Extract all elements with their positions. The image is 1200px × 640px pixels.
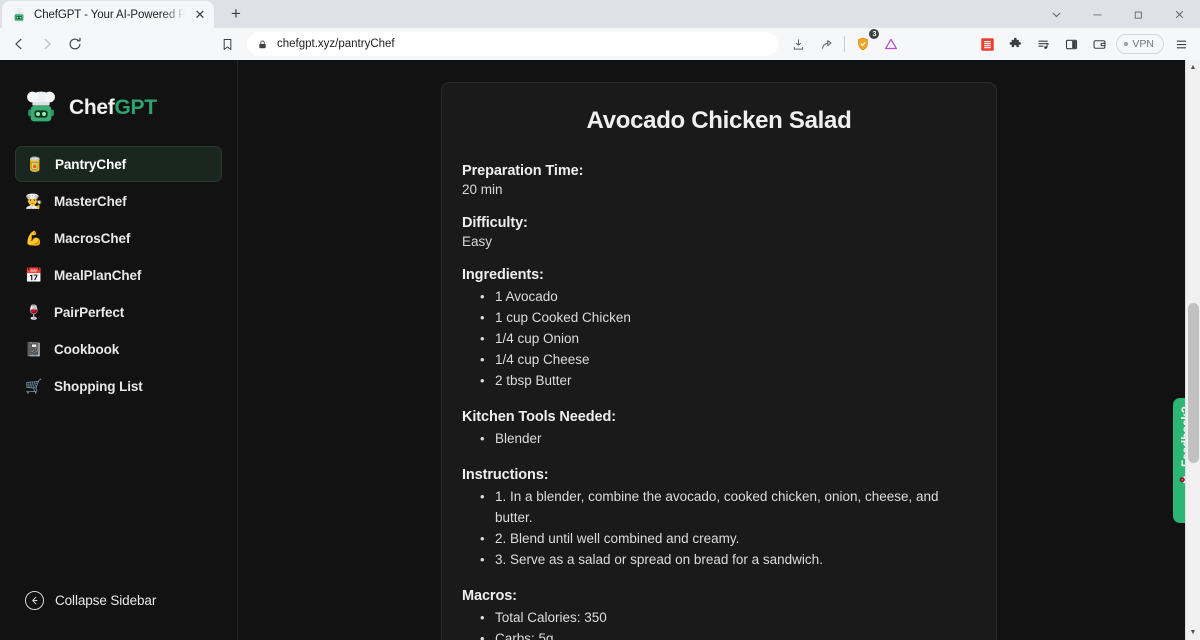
sidebar-item-pairperfect[interactable]: 🍷 PairPerfect	[15, 294, 222, 330]
sidebar-item-masterchef[interactable]: 👨‍🍳 MasterChef	[15, 183, 222, 219]
list-item: 1/4 cup Onion	[462, 328, 976, 349]
macros-list: Total Calories: 350 Carbs: 5g	[462, 607, 976, 640]
sidebar-item-label: Shopping List	[54, 378, 143, 394]
hamburger-menu-icon[interactable]	[1168, 31, 1194, 57]
chef-person-icon: 👨‍🍳	[25, 193, 43, 209]
sidebar-item-label: MacrosChef	[54, 230, 131, 246]
split-panel-icon[interactable]	[1058, 31, 1084, 57]
reload-icon[interactable]	[62, 31, 88, 57]
maximize-button[interactable]	[1118, 0, 1159, 28]
sidebar-item-pantrychef[interactable]: 🥫 PantryChef	[15, 146, 222, 182]
list-item: Blender	[462, 428, 976, 449]
instructions-heading: Instructions:	[462, 467, 549, 483]
window-controls	[1036, 0, 1200, 28]
tab-strip: ChefGPT - Your AI-Powered Perso ✕ +	[0, 0, 1200, 28]
wine-glass-icon: 🍷	[25, 304, 43, 320]
tools-list: Blender	[462, 428, 976, 449]
ingredients-list: 1 Avocado 1 cup Cooked Chicken 1/4 cup O…	[462, 286, 976, 391]
main-content: Avocado Chicken Salad Preparation Time: …	[238, 60, 1200, 640]
scroll-down-arrow-icon[interactable]: ▼	[1186, 625, 1200, 640]
minimize-button[interactable]	[1077, 0, 1118, 28]
sidebar-item-shopping-list[interactable]: 🛒 Shopping List	[15, 368, 222, 404]
sidebar-item-label: MealPlanChef	[54, 267, 142, 283]
brand-gpt-text: GPT	[114, 96, 157, 119]
list-item: 1/4 cup Cheese	[462, 349, 976, 370]
playlist-icon[interactable]	[1030, 31, 1056, 57]
list-item: 1 cup Cooked Chicken	[462, 307, 976, 328]
page-scrollbar[interactable]: ▲ ▼	[1185, 60, 1200, 640]
scroll-up-arrow-icon[interactable]: ▲	[1186, 60, 1200, 75]
tools-heading: Kitchen Tools Needed:	[462, 409, 616, 425]
page-viewport: ChefGPT 🥫 PantryChef 👨‍🍳 MasterChef 💪 Ma…	[0, 60, 1200, 640]
sidebar-item-macroschef[interactable]: 💪 MacrosChef	[15, 220, 222, 256]
prep-time-heading: Preparation Time:	[462, 163, 584, 179]
scrollbar-thumb[interactable]	[1187, 303, 1199, 463]
notebook-icon: 📓	[25, 341, 43, 357]
url-text: chefgpt.xyz/pantryChef	[277, 38, 395, 50]
list-item: 2. Blend until well combined and creamy.	[462, 528, 976, 549]
shield-badge-count: 3	[869, 29, 880, 39]
new-tab-button[interactable]: +	[223, 1, 249, 27]
vpn-label: VPN	[1132, 38, 1154, 50]
back-arrow-icon[interactable]	[6, 31, 32, 57]
brand-title: ChefGPT	[69, 96, 157, 120]
vpn-button[interactable]: VPN	[1116, 34, 1164, 54]
wallet-icon[interactable]	[1086, 31, 1112, 57]
scrollbar-track[interactable]	[1186, 75, 1200, 625]
bookmark-icon[interactable]	[214, 31, 240, 57]
sidebar-item-mealplanchef[interactable]: 📅 MealPlanChef	[15, 257, 222, 293]
download-icon[interactable]	[785, 31, 811, 57]
toolbar-divider	[844, 36, 846, 52]
share-icon[interactable]	[813, 31, 839, 57]
tab-close-icon[interactable]: ✕	[192, 7, 208, 23]
brand-logo-block[interactable]: ChefGPT	[0, 60, 237, 136]
app-sidebar: ChefGPT 🥫 PantryChef 👨‍🍳 MasterChef 💪 Ma…	[0, 60, 238, 640]
recipe-card: Avocado Chicken Salad Preparation Time: …	[441, 82, 997, 640]
brand-chef-text: Chef	[69, 96, 115, 119]
sidebar-item-label: PantryChef	[55, 156, 127, 172]
tab-title: ChefGPT - Your AI-Powered Perso	[34, 8, 185, 21]
close-button[interactable]	[1159, 0, 1200, 28]
browser-toolbar: chefgpt.xyz/pantryChef 3 VPN	[0, 28, 1200, 60]
vpn-status-dot	[1124, 42, 1129, 46]
macros-heading: Macros:	[462, 588, 517, 604]
lock-icon	[257, 39, 268, 50]
circle-arrow-left-icon	[25, 591, 44, 610]
red-square-icon[interactable]	[974, 31, 1000, 57]
forward-arrow-icon	[34, 31, 60, 57]
prep-time-value: 20 min	[462, 182, 503, 197]
collapse-sidebar-label: Collapse Sidebar	[55, 593, 157, 608]
shopping-cart-icon: 🛒	[25, 378, 43, 394]
collapse-sidebar-button[interactable]: Collapse Sidebar	[0, 591, 237, 640]
calendar-icon: 📅	[25, 267, 43, 283]
tab-search-button[interactable]	[1036, 0, 1077, 28]
list-item: 1. In a blender, combine the avocado, co…	[462, 486, 976, 528]
chef-robot-favicon	[11, 7, 27, 23]
sidebar-item-label: PairPerfect	[54, 304, 125, 320]
chef-robot-logo	[22, 89, 60, 127]
triangle-icon[interactable]	[878, 31, 904, 57]
puzzle-icon[interactable]	[1002, 31, 1028, 57]
sidebar-nav: 🥫 PantryChef 👨‍🍳 MasterChef 💪 MacrosChef…	[0, 136, 237, 405]
difficulty-value: Easy	[462, 234, 493, 249]
sidebar-item-label: MasterChef	[54, 193, 127, 209]
list-item: 3. Serve as a salad or spread on bread f…	[462, 549, 976, 570]
list-item: Total Calories: 350	[462, 607, 976, 628]
shield-icon[interactable]: 3	[850, 29, 880, 57]
pantry-jar-icon: 🥫	[26, 156, 44, 172]
list-item: 2 tbsp Butter	[462, 370, 976, 391]
flexed-biceps-icon: 💪	[25, 230, 43, 246]
instructions-list: 1. In a blender, combine the avocado, co…	[462, 486, 976, 570]
sidebar-item-cookbook[interactable]: 📓 Cookbook	[15, 331, 222, 367]
sidebar-item-label: Cookbook	[54, 341, 120, 357]
ingredients-heading: Ingredients:	[462, 267, 544, 283]
browser-window: ChefGPT - Your AI-Powered Perso ✕ +	[0, 0, 1200, 640]
list-item: Carbs: 5g	[462, 628, 976, 640]
address-bar[interactable]: chefgpt.xyz/pantryChef	[247, 32, 779, 56]
difficulty-heading: Difficulty:	[462, 215, 528, 231]
browser-tab[interactable]: ChefGPT - Your AI-Powered Perso ✕	[2, 1, 214, 28]
page-title: Avocado Chicken Salad	[586, 107, 852, 134]
list-item: 1 Avocado	[462, 286, 976, 307]
